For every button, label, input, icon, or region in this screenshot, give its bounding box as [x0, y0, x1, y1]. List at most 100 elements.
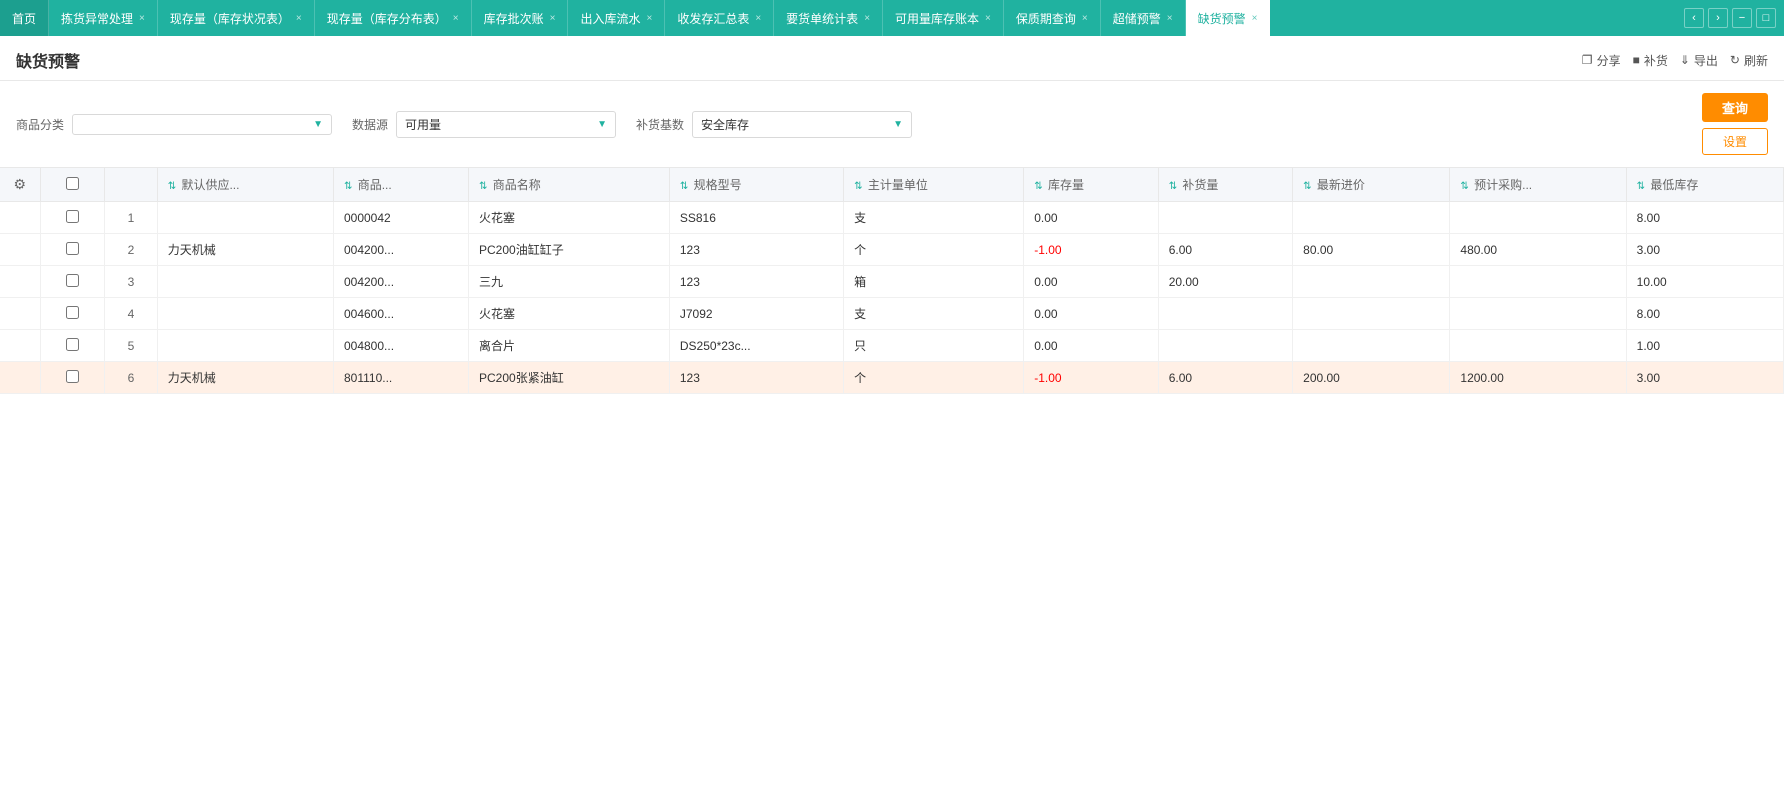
tab-shortage-warning[interactable]: 缺货预警 × — [1186, 0, 1271, 36]
tab-close-available-ledger[interactable]: × — [985, 13, 991, 24]
estimated-purchase-column-header[interactable]: ⇅ 预计采购... — [1450, 168, 1626, 202]
tab-demand-stats[interactable]: 要货单统计表 × — [774, 0, 883, 36]
tab-close-expiry-query[interactable]: × — [1082, 13, 1088, 24]
stock-column-header[interactable]: ⇅ 库存量 — [1024, 168, 1158, 202]
default-supplier-column-header[interactable]: ⇅ 默认供应... — [157, 168, 333, 202]
query-button[interactable]: 查询 — [1702, 93, 1768, 122]
tab-overstock-warning[interactable]: 超储预警 × — [1101, 0, 1186, 36]
row-checkbox[interactable] — [66, 242, 79, 255]
row-product-code: 801110... — [333, 362, 468, 394]
row-spec: SS816 — [669, 202, 843, 234]
category-select[interactable]: ▼ — [72, 114, 332, 135]
sort-icon: ⇅ — [854, 181, 862, 192]
share-button[interactable]: ❐ 分享 — [1582, 52, 1621, 69]
row-stock: -1.00 — [1024, 234, 1158, 266]
product-code-column-header[interactable]: ⇅ 商品... — [333, 168, 468, 202]
category-chevron-icon: ▼ — [313, 119, 323, 130]
row-latest-price: 80.00 — [1293, 234, 1450, 266]
row-min-stock: 3.00 — [1626, 234, 1783, 266]
tab-expiry-query[interactable]: 保质期查询 × — [1004, 0, 1101, 36]
refresh-icon: ↻ — [1730, 53, 1740, 67]
settings-button[interactable]: 设置 — [1702, 128, 1768, 155]
row-unit: 个 — [844, 234, 1024, 266]
row-replenish-qty: 6.00 — [1158, 234, 1292, 266]
tab-close-inventory-dist[interactable]: × — [453, 13, 459, 24]
tab-next-button[interactable]: › — [1708, 8, 1728, 28]
row-estimated-purchase — [1450, 330, 1626, 362]
sort-icon: ⇅ — [1034, 181, 1042, 192]
row-gear-cell — [0, 298, 40, 330]
row-product-name: 火花塞 — [469, 298, 670, 330]
tab-close-inventory-status[interactable]: × — [296, 13, 302, 24]
row-spec: J7092 — [669, 298, 843, 330]
tab-inventory-dist[interactable]: 现存量（库存分布表） × — [315, 0, 472, 36]
row-replenish-qty — [1158, 298, 1292, 330]
export-button[interactable]: ⇓ 导出 — [1680, 52, 1718, 69]
row-gear-cell — [0, 202, 40, 234]
gear-icon[interactable]: ⚙ — [13, 176, 26, 192]
row-number: 1 — [105, 202, 158, 234]
tab-close-overstock-warning[interactable]: × — [1167, 13, 1173, 24]
tab-navigation: ‹ › − □ — [1676, 8, 1784, 28]
tab-inout-flow[interactable]: 出入库流水 × — [568, 0, 665, 36]
datasource-select[interactable]: 可用量 ▼ — [396, 111, 616, 138]
row-checkbox-cell[interactable] — [40, 234, 105, 266]
tab-close-shortage-warning[interactable]: × — [1252, 13, 1258, 24]
row-replenish-qty: 20.00 — [1158, 266, 1292, 298]
row-product-code: 004200... — [333, 234, 468, 266]
refresh-button[interactable]: ↻ 刷新 — [1730, 52, 1768, 69]
row-min-stock: 8.00 — [1626, 202, 1783, 234]
header-actions: ❐ 分享 ■ 补货 ⇓ 导出 ↻ 刷新 — [1582, 52, 1768, 69]
table-row: 3 004200... 三九 123 箱 0.00 20.00 10.00 — [0, 266, 1784, 298]
row-checkbox-cell[interactable] — [40, 202, 105, 234]
tab-inventory-status[interactable]: 现存量（库存状况表） × — [158, 0, 315, 36]
spec-column-header[interactable]: ⇅ 规格型号 — [669, 168, 843, 202]
row-product-name: PC200张紧油缸 — [469, 362, 670, 394]
tab-minimize-button[interactable]: − — [1732, 8, 1752, 28]
tab-batch-account[interactable]: 库存批次账 × — [472, 0, 569, 36]
replenish-base-label: 补货基数 — [636, 116, 684, 133]
replenish-qty-column-header[interactable]: ⇅ 补货量 — [1158, 168, 1292, 202]
row-checkbox-cell[interactable] — [40, 362, 105, 394]
row-checkbox[interactable] — [66, 370, 79, 383]
tab-available-ledger[interactable]: 可用量库存账本 × — [883, 0, 1004, 36]
row-default-supplier — [157, 330, 333, 362]
replenish-button[interactable]: ■ 补货 — [1633, 52, 1668, 69]
tab-close-inout-flow[interactable]: × — [646, 13, 652, 24]
product-name-column-header[interactable]: ⇅ 商品名称 — [469, 168, 670, 202]
row-checkbox-cell[interactable] — [40, 330, 105, 362]
tab-defect-processing[interactable]: 拣货异常处理 × — [49, 0, 158, 36]
category-label: 商品分类 — [16, 116, 64, 133]
tab-close-receive-summary[interactable]: × — [755, 13, 761, 24]
page-title: 缺货预警 — [16, 48, 80, 72]
tab-close-demand-stats[interactable]: × — [864, 13, 870, 24]
sort-icon: ⇅ — [680, 181, 688, 192]
unit-column-header[interactable]: ⇅ 主计量单位 — [844, 168, 1024, 202]
tab-maximize-button[interactable]: □ — [1756, 8, 1776, 28]
row-gear-cell — [0, 362, 40, 394]
latest-price-column-header[interactable]: ⇅ 最新进价 — [1293, 168, 1450, 202]
row-min-stock: 10.00 — [1626, 266, 1783, 298]
row-checkbox[interactable] — [66, 338, 79, 351]
row-product-code: 0000042 — [333, 202, 468, 234]
row-checkbox-cell[interactable] — [40, 298, 105, 330]
filter-buttons: 查询 设置 — [1702, 93, 1768, 155]
row-product-code: 004200... — [333, 266, 468, 298]
min-stock-column-header[interactable]: ⇅ 最低库存 — [1626, 168, 1783, 202]
row-checkbox[interactable] — [66, 210, 79, 223]
tab-receive-summary[interactable]: 收发存汇总表 × — [665, 0, 774, 36]
tab-prev-button[interactable]: ‹ — [1684, 8, 1704, 28]
row-checkbox-cell[interactable] — [40, 266, 105, 298]
row-latest-price: 200.00 — [1293, 362, 1450, 394]
sort-icon: ⇅ — [1169, 181, 1177, 192]
datasource-chevron-icon: ▼ — [597, 119, 607, 130]
row-min-stock: 3.00 — [1626, 362, 1783, 394]
checkbox-column-header[interactable] — [40, 168, 105, 202]
tab-close-defect-processing[interactable]: × — [139, 13, 145, 24]
select-all-checkbox[interactable] — [66, 177, 79, 190]
tab-close-batch-account[interactable]: × — [550, 13, 556, 24]
row-checkbox[interactable] — [66, 274, 79, 287]
tab-home[interactable]: 首页 — [0, 0, 49, 36]
row-checkbox[interactable] — [66, 306, 79, 319]
replenish-base-select[interactable]: 安全库存 ▼ — [692, 111, 912, 138]
